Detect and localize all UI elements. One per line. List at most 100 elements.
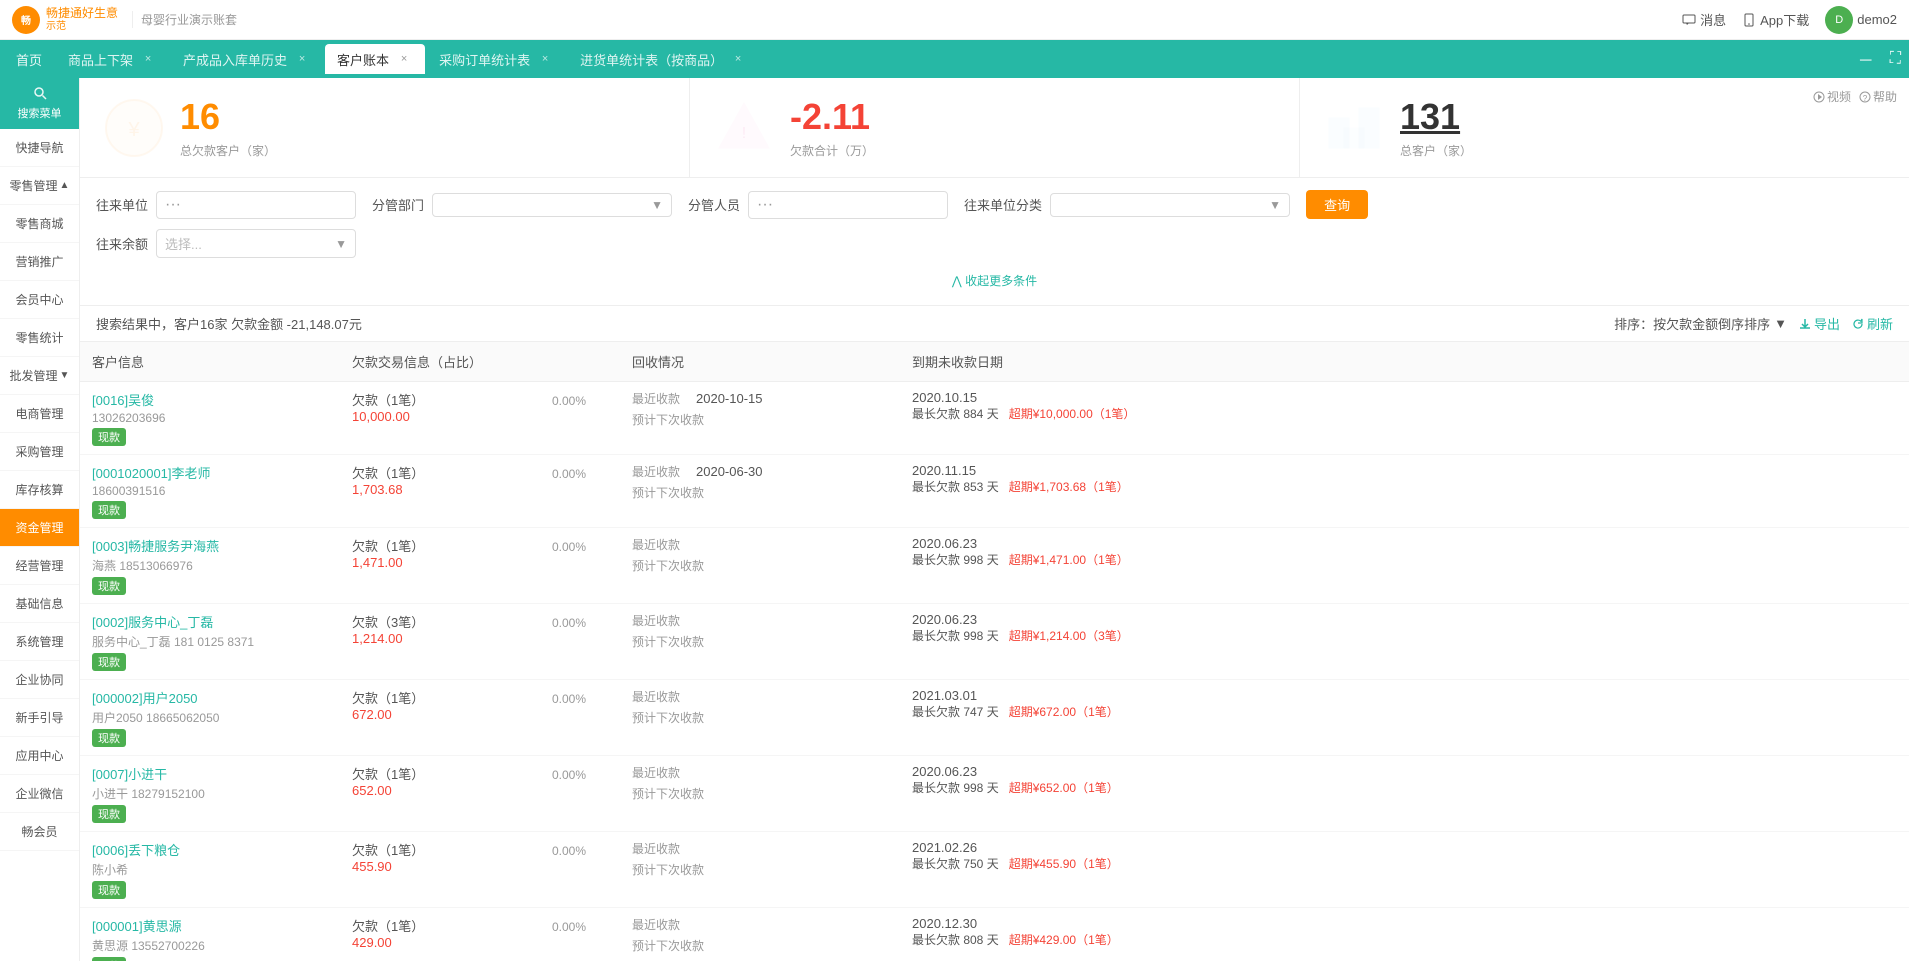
svg-text:!: ! — [742, 125, 746, 142]
sidebar-item-member[interactable]: 会员中心 — [0, 281, 79, 319]
sidebar-item-app-center[interactable]: 应用中心 — [0, 737, 79, 775]
tab-close-production[interactable]: × — [293, 50, 311, 68]
debt-percent-cell: 0.00% — [540, 604, 620, 680]
sidebar-item-new-guide[interactable]: 新手引导 — [0, 699, 79, 737]
col-header-debt-info: 欠款交易信息（占比） — [340, 342, 540, 382]
customer-name-link[interactable]: [000001]黄思源 — [92, 919, 182, 934]
sidebar-item-quick-nav[interactable]: 快捷导航 — [0, 129, 79, 167]
collect-info-cell: 最近收款 预计下次收款 — [620, 680, 900, 756]
debt-percent: 0.00% — [552, 394, 608, 408]
customer-name-link[interactable]: [0016]吴俊 — [92, 393, 154, 408]
overdue-link[interactable]: 超期¥10,000.00（1笔） — [1009, 407, 1136, 421]
tab-maximize-btn[interactable]: ⛶ — [1886, 48, 1905, 70]
next-collect-label: 预计下次收款 — [632, 413, 704, 427]
customer-name-link[interactable]: [0002]服务中心_丁磊 — [92, 615, 213, 630]
col-header-collect: 回收情况 — [620, 342, 900, 382]
debt-percent: 0.00% — [552, 540, 608, 554]
stat-info-2: -2.11 欠款合计（万） — [790, 96, 874, 159]
sidebar-search[interactable]: 搜索菜单 — [0, 78, 79, 129]
user-avatar[interactable]: D demo2 — [1825, 6, 1897, 34]
customer-name-link[interactable]: [0006]丢下粮仓 — [92, 843, 180, 858]
table-row: [0003]畅捷服务尹海燕 海燕 18513066976 现款 欠款（1笔） 1… — [80, 528, 1909, 604]
debt-info-cell: 欠款（1笔） 429.00 — [340, 908, 540, 961]
customer-name-link[interactable]: [0007]小进干 — [92, 767, 167, 782]
app-download-btn[interactable]: App下载 — [1742, 10, 1809, 29]
export-btn[interactable]: 导出 — [1799, 314, 1840, 333]
customer-name-link[interactable]: [0001020001]李老师 — [92, 466, 211, 481]
sidebar-item-inventory[interactable]: 库存核算 — [0, 471, 79, 509]
sidebar-item-retail-mgmt[interactable]: 零售管理 ▲ — [0, 167, 79, 205]
tab-close-purchase[interactable]: × — [536, 50, 554, 68]
sidebar-item-retail-mall[interactable]: 零售商城 — [0, 205, 79, 243]
logo-icon: 畅 — [12, 6, 40, 34]
source-category-select[interactable]: ▼ — [1050, 193, 1290, 217]
col-header-due-date: 到期未收款日期 — [900, 342, 1909, 382]
overdue-link[interactable]: 超期¥1,214.00（3笔） — [1009, 629, 1129, 643]
filter-source-unit: 往来单位 ··· — [96, 191, 356, 219]
tab-purchase-order[interactable]: 采购订单统计表 × — [427, 44, 566, 74]
tab-production-history[interactable]: 产成品入库单历史 × — [171, 44, 323, 74]
customer-name-link[interactable]: [000002]用户2050 — [92, 691, 198, 706]
stat-label-total: 总客户（家） — [1400, 142, 1472, 159]
sidebar-item-marketing[interactable]: 营销推广 — [0, 243, 79, 281]
overdue-link[interactable]: 超期¥1,471.00（1笔） — [1009, 553, 1129, 567]
due-date: 2021.02.26 — [912, 840, 1897, 855]
customer-name-link[interactable]: [0003]畅捷服务尹海燕 — [92, 539, 219, 554]
sidebar-item-batch-mgmt[interactable]: 批发管理 ▼ — [0, 357, 79, 395]
tab-goods-status[interactable]: 商品上下架 × — [56, 44, 169, 74]
next-collect-label: 预计下次收款 — [632, 635, 704, 649]
tab-home[interactable]: 首页 — [4, 44, 54, 74]
results-info: 搜索结果中，客户16家 欠款金额 -21,148.07元 排序：按欠款金额倒序排… — [80, 306, 1909, 342]
video-btn[interactable]: 视频 — [1813, 88, 1851, 105]
sidebar-item-retail-stats[interactable]: 零售统计 — [0, 319, 79, 357]
sidebar-item-enterprise-coop[interactable]: 企业协同 — [0, 661, 79, 699]
sidebar-item-basic-info[interactable]: 基础信息 — [0, 585, 79, 623]
tab-customer-account[interactable]: 客户账本 × — [325, 44, 425, 74]
col-header-percent — [540, 342, 620, 382]
next-collect-label: 预计下次收款 — [632, 559, 704, 573]
balance-select[interactable]: 选择... ▼ — [156, 229, 356, 258]
debt-percent-cell: 0.00% — [540, 680, 620, 756]
refresh-btn[interactable]: 刷新 — [1852, 314, 1893, 333]
debt-percent: 0.00% — [552, 467, 608, 481]
customer-phone: 黄思源 13552700226 — [92, 937, 328, 954]
sidebar-item-enterprise-wx[interactable]: 企业微信 — [0, 775, 79, 813]
debt-percent-cell: 0.00% — [540, 382, 620, 455]
tab-close-customer[interactable]: × — [395, 50, 413, 68]
sidebar-item-system[interactable]: 系统管理 — [0, 623, 79, 661]
manager-input[interactable]: ··· — [748, 191, 948, 219]
sidebar-item-finance[interactable]: 资金管理 — [0, 509, 79, 547]
customer-phone: 用户2050 18665062050 — [92, 709, 328, 726]
tab-purchase-stats[interactable]: 进货单统计表（按商品） × — [568, 44, 759, 74]
source-unit-input[interactable]: ··· — [156, 191, 356, 219]
overdue-link[interactable]: 超期¥652.00（1笔） — [1009, 781, 1119, 795]
overdue-link[interactable]: 超期¥429.00（1笔） — [1009, 933, 1119, 947]
dept-select[interactable]: ▼ — [432, 193, 672, 217]
filter-source-category: 往来单位分类 ▼ — [964, 193, 1290, 217]
source-unit-label: 往来单位 — [96, 195, 148, 214]
sidebar-item-business[interactable]: 经营管理 — [0, 547, 79, 585]
phone-icon — [1742, 13, 1756, 27]
tab-close-stats[interactable]: × — [729, 50, 747, 68]
overdue-link[interactable]: 超期¥1,703.68（1笔） — [1009, 480, 1129, 494]
due-date: 2021.03.01 — [912, 688, 1897, 703]
message-icon — [1682, 13, 1696, 27]
stat-card-debit-customers: ¥ 16 总欠款客户（家） — [80, 78, 690, 177]
tab-close-goods-status[interactable]: × — [139, 50, 157, 68]
sidebar-item-ecommerce[interactable]: 电商管理 — [0, 395, 79, 433]
due-date: 2020.06.23 — [912, 536, 1897, 551]
collapse-btn[interactable]: ⋀ 收起更多条件 — [96, 268, 1893, 293]
refresh-icon — [1852, 318, 1864, 330]
max-overdue: 最长欠款 998 天 超期¥1,471.00（1笔） — [912, 551, 1897, 568]
overdue-link[interactable]: 超期¥672.00（1笔） — [1009, 705, 1119, 719]
search-btn[interactable]: 查询 — [1306, 190, 1368, 219]
sidebar-item-purchase[interactable]: 采购管理 — [0, 433, 79, 471]
help-btn[interactable]: ? 帮助 — [1859, 88, 1897, 105]
sort-control[interactable]: 排序：按欠款金额倒序排序 ▼ — [1614, 314, 1787, 333]
tab-minimize-btn[interactable]: － — [1854, 45, 1878, 73]
due-date-cell: 2020.10.15 最长欠款 884 天 超期¥10,000.00（1笔） — [900, 382, 1909, 455]
overdue-link[interactable]: 超期¥455.90（1笔） — [1009, 857, 1119, 871]
debt-count: 欠款（1笔） — [352, 536, 528, 555]
message-btn[interactable]: 消息 — [1682, 10, 1726, 29]
sidebar-item-vip[interactable]: 畅会员 — [0, 813, 79, 851]
